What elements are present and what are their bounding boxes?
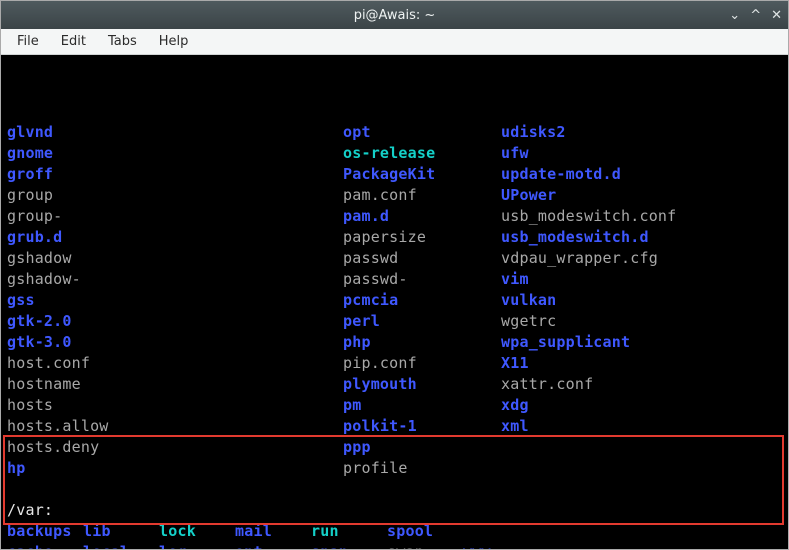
var-entry: swap — [387, 542, 463, 549]
listing-entry: groff — [7, 164, 343, 185]
listing-entry: gtk-2.0 — [7, 311, 343, 332]
listing-entry: vulkan — [501, 290, 556, 311]
listing-row: gsspcmciavulkan — [7, 290, 782, 311]
listing-entry: host.conf — [7, 353, 343, 374]
listing-entry: php — [343, 332, 501, 353]
listing-entry: xdg — [501, 395, 529, 416]
listing-entry: X11 — [501, 353, 529, 374]
var-row: cachelocallogoptsnapswapwww — [7, 542, 782, 549]
menu-tabs[interactable]: Tabs — [98, 32, 147, 51]
var-entry — [463, 521, 539, 542]
var-entry: lock — [159, 521, 235, 542]
listing-row: gshadow-passwd-vim — [7, 269, 782, 290]
listing-row: grouppam.confUPower — [7, 185, 782, 206]
listing-entry: group- — [7, 206, 343, 227]
terminal-viewport[interactable]: glvndoptudisks2gnomeos-releaseufwgroffPa… — [1, 55, 788, 549]
listing-row: hostspmxdg — [7, 395, 782, 416]
var-entry: spool — [387, 521, 463, 542]
blank-line — [7, 479, 782, 500]
listing-entry: plymouth — [343, 374, 501, 395]
listing-entry: passwd- — [343, 269, 501, 290]
listing-entry: hosts.allow — [7, 416, 343, 437]
listing-row: gtk-3.0phpwpa_supplicant — [7, 332, 782, 353]
var-row: backupsliblockmailrunspool — [7, 521, 782, 542]
var-entry: opt — [235, 542, 311, 549]
listing-row: hostnameplymouthxattr.conf — [7, 374, 782, 395]
titlebar[interactable]: pi@Awais: ~ ⌄ ^ ✕ — [1, 1, 788, 29]
listing-row: gnomeos-releaseufw — [7, 143, 782, 164]
window-title: pi@Awais: ~ — [354, 8, 436, 23]
menubar: File Edit Tabs Help — [1, 29, 788, 55]
listing-entry: ppp — [343, 437, 501, 458]
listing-entry: perl — [343, 311, 501, 332]
listing-entry: pip.conf — [343, 353, 501, 374]
listing-row: hpprofile — [7, 458, 782, 479]
var-header: /var: — [7, 500, 782, 521]
listing-row: gtk-2.0perlwgetrc — [7, 311, 782, 332]
listing-entry: gshadow- — [7, 269, 343, 290]
menu-help[interactable]: Help — [149, 32, 199, 51]
menu-edit[interactable]: Edit — [51, 32, 96, 51]
listing-entry: hosts.deny — [7, 437, 343, 458]
listing-row: glvndoptudisks2 — [7, 122, 782, 143]
var-entry: www — [463, 542, 539, 549]
menu-file[interactable]: File — [7, 32, 49, 51]
listing-entry: pm — [343, 395, 501, 416]
listing-entry: PackageKit — [343, 164, 501, 185]
listing-entry: UPower — [501, 185, 556, 206]
listing-entry: xattr.conf — [501, 374, 593, 395]
listing-entry: polkit-1 — [343, 416, 501, 437]
listing-entry: hp — [7, 458, 343, 479]
terminal-window: pi@Awais: ~ ⌄ ^ ✕ File Edit Tabs Help gl… — [0, 0, 789, 550]
listing-entry: wgetrc — [501, 311, 556, 332]
listing-entry: hosts — [7, 395, 343, 416]
listing-row: hosts.denyppp — [7, 437, 782, 458]
var-entry: cache — [7, 542, 83, 549]
listing-row: hosts.allowpolkit-1xml — [7, 416, 782, 437]
listing-entry: gss — [7, 290, 343, 311]
listing-entry: opt — [343, 122, 501, 143]
var-entry: backups — [7, 521, 83, 542]
listing-entry: os-release — [343, 143, 501, 164]
minimize-icon[interactable]: ⌄ — [729, 8, 740, 23]
listing-entry: udisks2 — [501, 122, 566, 143]
listing-row: groffPackageKitupdate-motd.d — [7, 164, 782, 185]
listing-entry: pcmcia — [343, 290, 501, 311]
listing-entry: papersize — [343, 227, 501, 248]
listing-entry: xml — [501, 416, 529, 437]
listing-row: gshadowpasswdvdpau_wrapper.cfg — [7, 248, 782, 269]
close-icon[interactable]: ✕ — [771, 8, 782, 23]
listing-entry: hostname — [7, 374, 343, 395]
listing-entry: gtk-3.0 — [7, 332, 343, 353]
listing-entry: pam.d — [343, 206, 501, 227]
listing-entry: usb_modeswitch.conf — [501, 206, 676, 227]
listing-entry: group — [7, 185, 343, 206]
listing-entry: update-motd.d — [501, 164, 621, 185]
var-entry: lib — [83, 521, 159, 542]
var-entry: mail — [235, 521, 311, 542]
listing-entry: wpa_supplicant — [501, 332, 630, 353]
listing-entry: vdpau_wrapper.cfg — [501, 248, 658, 269]
listing-entry: grub.d — [7, 227, 343, 248]
listing-entry: passwd — [343, 248, 501, 269]
listing-row: grub.dpapersizeusb_modeswitch.d — [7, 227, 782, 248]
listing-entry: ufw — [501, 143, 529, 164]
var-entry: run — [311, 521, 387, 542]
listing-entry: gshadow — [7, 248, 343, 269]
listing-row: group-pam.dusb_modeswitch.conf — [7, 206, 782, 227]
listing-entry: usb_modeswitch.d — [501, 227, 649, 248]
var-entry: local — [83, 542, 159, 549]
var-entry: log — [159, 542, 235, 549]
listing-row: host.confpip.confX11 — [7, 353, 782, 374]
listing-entry: vim — [501, 269, 529, 290]
listing-entry: profile — [343, 458, 501, 479]
window-controls: ⌄ ^ ✕ — [729, 1, 782, 29]
maximize-icon[interactable]: ^ — [750, 8, 761, 23]
var-entry: snap — [311, 542, 387, 549]
listing-entry: gnome — [7, 143, 343, 164]
listing-entry: pam.conf — [343, 185, 501, 206]
listing-entry: glvnd — [7, 122, 343, 143]
